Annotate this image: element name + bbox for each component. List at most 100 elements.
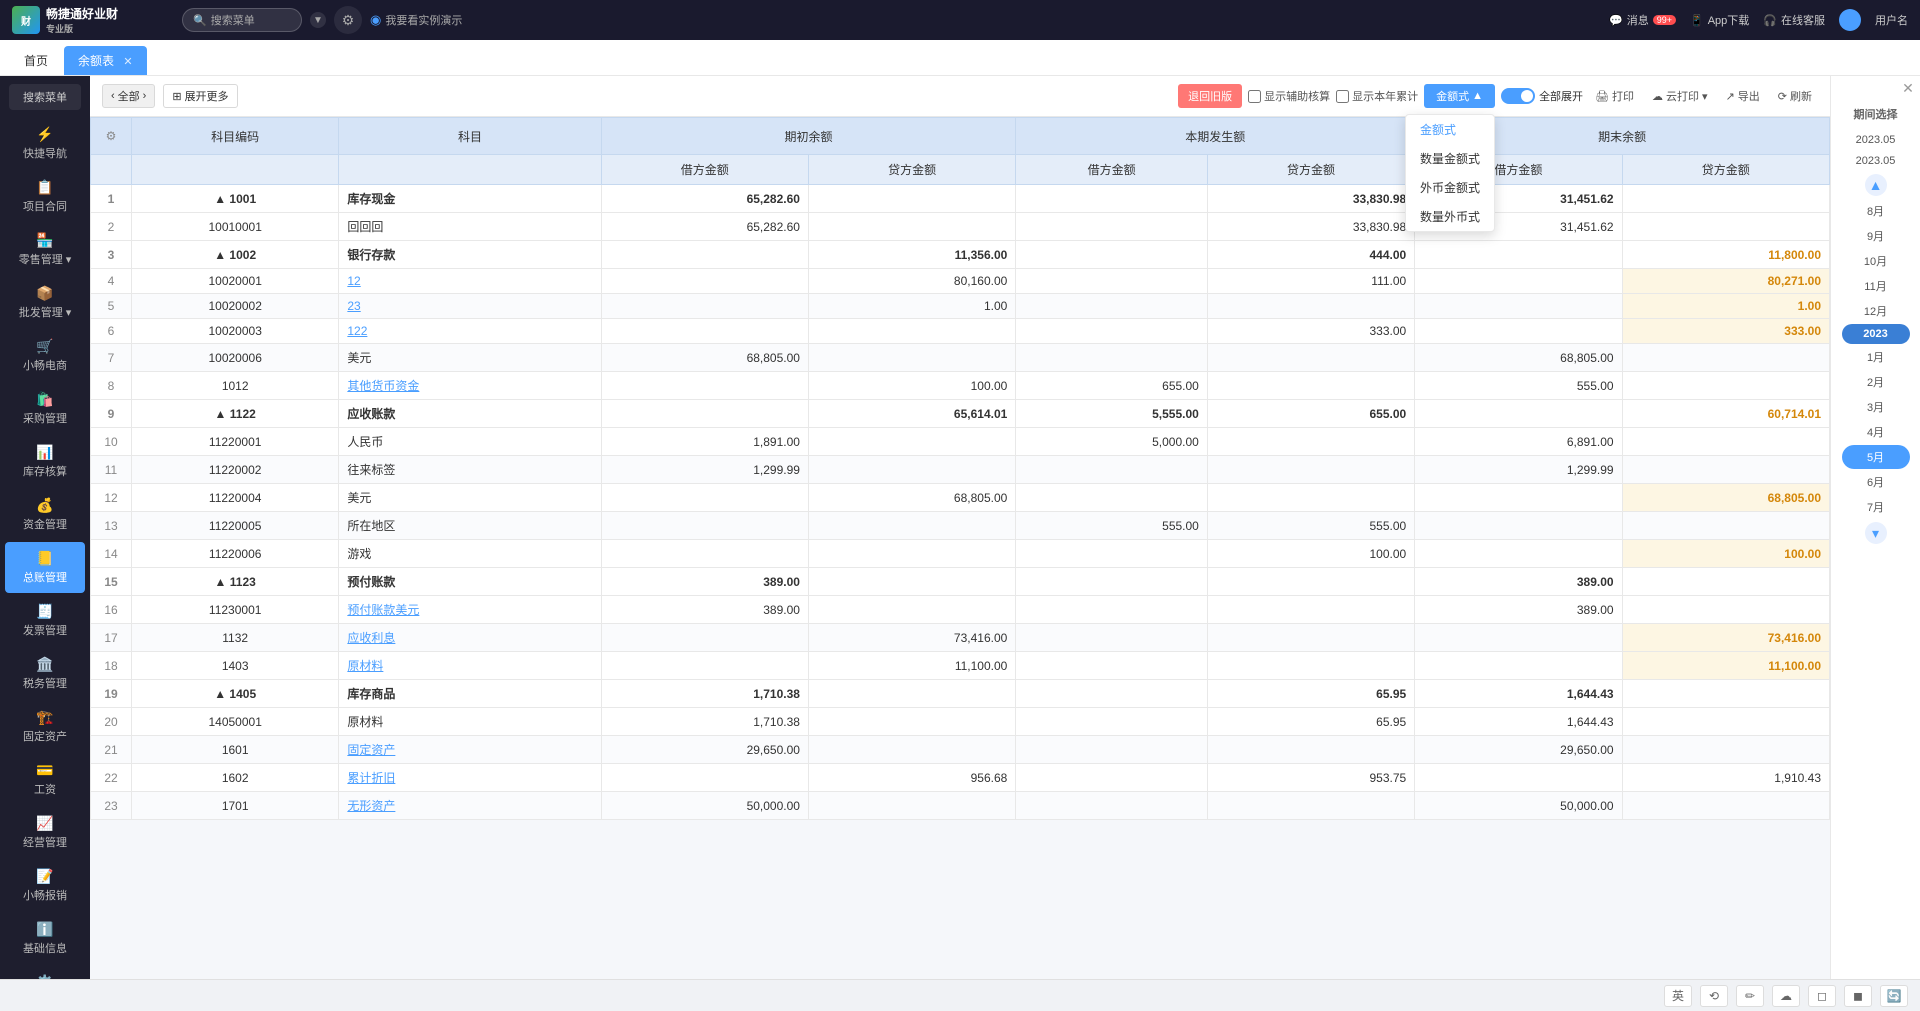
demo-link[interactable]: ◉ 我要看实例演示 (370, 12, 462, 28)
period-10[interactable]: 10月 (1842, 249, 1910, 273)
period-9[interactable]: 9月 (1842, 224, 1910, 248)
dropdown-arrow[interactable]: ▼ (310, 12, 326, 28)
period-1[interactable]: 1月 (1842, 345, 1910, 369)
breadcrumb-btn[interactable]: ‹ 全部 › (102, 84, 155, 108)
expand-more-btn[interactable]: ⊞ 展开更多 (163, 84, 237, 108)
bottom-fill-btn[interactable]: ◼ (1844, 985, 1872, 1007)
message-btn[interactable]: 💬 消息 99+ (1609, 12, 1676, 28)
table-cell: 29,650.00 (1415, 736, 1622, 764)
sidebar-item-inventory[interactable]: 📊 库存核算 (5, 436, 85, 487)
amount-mode-btn[interactable]: 金额式 ▲ (1424, 84, 1495, 108)
print-btn[interactable]: 🖨 打印 (1589, 85, 1640, 107)
mode-jine[interactable]: 金额式 (1406, 115, 1494, 144)
account-link[interactable]: 122 (347, 324, 367, 338)
sidebar-item-purchase[interactable]: 🛍️ 采购管理 (5, 383, 85, 434)
table-cell (1622, 428, 1829, 456)
period-title: 期间选择 (1854, 106, 1898, 122)
sidebar-item-quicknav[interactable]: ⚡ 快捷导航 (5, 118, 85, 169)
period-down-btn[interactable]: ▾ (1865, 522, 1887, 544)
avatar[interactable] (1839, 9, 1861, 31)
sidebar-item-invoice[interactable]: 🧾 发票管理 (5, 595, 85, 646)
show-aux-label[interactable]: 显示辅助核算 (1248, 88, 1330, 104)
period-up-btn[interactable]: ▲ (1865, 174, 1887, 196)
sidebar-item-basic[interactable]: ℹ️ 基础信息 (5, 913, 85, 964)
sidebar-item-ledger[interactable]: 📒 总账管理 (5, 542, 85, 593)
sidebar-item-contract[interactable]: 📋 项目合同 (5, 171, 85, 222)
retail-label: 零售管理 (19, 254, 63, 266)
refresh-btn[interactable]: ⟳ 刷新 (1772, 85, 1818, 107)
table-cell: 333.00 (1622, 319, 1829, 344)
tax-icon: 🏛️ (9, 656, 81, 673)
online-service-btn[interactable]: 🎧 在线客服 (1763, 12, 1825, 28)
period-8[interactable]: 8月 (1842, 199, 1910, 223)
sidebar-search[interactable]: 搜索菜单 (9, 84, 81, 110)
table-wrapper[interactable]: ⚙ 科目编码 科目 期初余额 本期发生额 期末余额 借方金额 贷方金额 (90, 117, 1830, 979)
bottom-refresh-btn[interactable]: 🔄 (1880, 985, 1908, 1007)
account-link[interactable]: 12 (347, 274, 360, 288)
show-ytd-checkbox[interactable] (1336, 90, 1349, 103)
show-aux-checkbox[interactable] (1248, 90, 1261, 103)
tab-close-icon[interactable]: ✕ (123, 56, 132, 68)
account-link[interactable]: 23 (347, 299, 360, 313)
table-cell: 1,644.43 (1415, 708, 1622, 736)
period-12[interactable]: 12月 (1842, 299, 1910, 323)
tab-balance[interactable]: 余额表 ✕ (64, 46, 147, 75)
back-old-btn[interactable]: 退回旧版 (1178, 84, 1242, 108)
bottom-lang-btn[interactable]: 英 (1664, 985, 1692, 1007)
close-panel-btn[interactable]: ✕ (1900, 80, 1916, 96)
global-search[interactable]: 🔍 搜索菜单 (182, 8, 302, 32)
sidebar-item-tax[interactable]: 🏛️ 税务管理 (5, 648, 85, 699)
period-2023-05-1[interactable]: 2023.05 (1842, 130, 1910, 150)
period-6[interactable]: 6月 (1842, 470, 1910, 494)
mode-qty-jine[interactable]: 数量金额式 (1406, 144, 1494, 173)
table-cell (1207, 428, 1414, 456)
period-2[interactable]: 2月 (1842, 370, 1910, 394)
sidebar-item-wholesale[interactable]: 📦 批发管理 ▾ (5, 277, 85, 328)
account-link[interactable]: 无形资产 (347, 799, 395, 813)
period-year-2023[interactable]: 2023 (1842, 324, 1910, 344)
account-code: 11220004 (132, 484, 339, 512)
account-link[interactable]: 固定资产 (347, 743, 395, 757)
settings-icon[interactable]: ⚙ (334, 6, 362, 34)
sidebar-item-payroll[interactable]: 💳 工资 (5, 754, 85, 805)
table-cell: 655.00 (1016, 372, 1208, 400)
export-btn[interactable]: ↗ 导出 (1720, 85, 1766, 107)
expand-all-toggle[interactable]: 全部展开 (1501, 88, 1583, 104)
sidebar-item-ecommerce[interactable]: 🛒 小畅电商 (5, 330, 85, 381)
period-5[interactable]: 5月 (1842, 445, 1910, 469)
sidebar-item-expense[interactable]: 📝 小畅报销 (5, 860, 85, 911)
account-link[interactable]: 预付账款美元 (347, 603, 419, 617)
toggle-track[interactable] (1501, 88, 1535, 104)
tab-balance-label: 余额表 (78, 54, 114, 68)
app-download-btn[interactable]: 📱 App下载 (1690, 12, 1749, 28)
period-3[interactable]: 3月 (1842, 395, 1910, 419)
cloud-print-btn[interactable]: ☁ 云打印 ▾ (1646, 85, 1714, 107)
period-7[interactable]: 7月 (1842, 495, 1910, 519)
account-link[interactable]: 应收利息 (347, 631, 395, 645)
account-link[interactable]: 累计折旧 (347, 771, 395, 785)
period-2023-05-2[interactable]: 2023.05 (1842, 151, 1910, 171)
tab-home[interactable]: 首页 (10, 46, 62, 75)
mode-foreign-jine[interactable]: 外币金额式 (1406, 173, 1494, 202)
account-link[interactable]: 其他货币资金 (347, 379, 419, 393)
table-settings-icon[interactable]: ⚙ (99, 124, 123, 148)
bottom-edit-btn[interactable]: ✏ (1736, 985, 1764, 1007)
period-11[interactable]: 11月 (1842, 274, 1910, 298)
bottom-rotate-btn[interactable]: ⟲ (1700, 985, 1728, 1007)
bottom-square-btn[interactable]: ◻ (1808, 985, 1836, 1007)
sidebar-item-finance[interactable]: 💰 资金管理 (5, 489, 85, 540)
right-panel: ✕ 期间选择 2023.05 2023.05 ▲ 8月 9月 10月 11月 1… (1830, 76, 1920, 979)
bottom-cloud-btn[interactable]: ☁ (1772, 985, 1800, 1007)
th-settings[interactable]: ⚙ (91, 118, 132, 155)
sidebar-item-system[interactable]: ⚙️ 系统管理 (5, 966, 85, 979)
account-link[interactable]: 原材料 (347, 659, 383, 673)
table-cell (1207, 294, 1414, 319)
sidebar-item-operations[interactable]: 📈 经营管理 (5, 807, 85, 858)
retail-sub-icon: ▾ (66, 254, 72, 266)
period-4[interactable]: 4月 (1842, 420, 1910, 444)
ecommerce-label: 小畅电商 (9, 357, 81, 373)
sidebar-item-assets[interactable]: 🏗️ 固定资产 (5, 701, 85, 752)
show-ytd-label[interactable]: 显示本年累计 (1336, 88, 1418, 104)
mode-qty-foreign[interactable]: 数量外币式 (1406, 202, 1494, 231)
sidebar-item-retail[interactable]: 🏪 零售管理 ▾ (5, 224, 85, 275)
